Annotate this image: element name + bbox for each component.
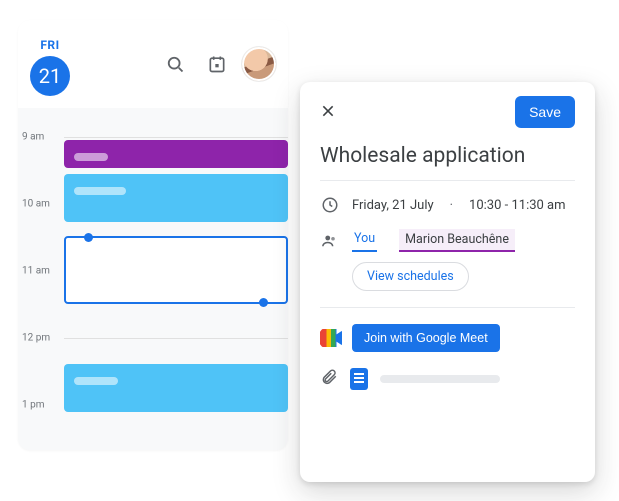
event-title-redacted xyxy=(74,153,108,161)
event-title-input[interactable]: Wholesale application xyxy=(320,144,575,168)
selection-handle-top[interactable] xyxy=(84,233,93,242)
time-label-10am: 10 am xyxy=(22,199,50,210)
event-title-redacted xyxy=(74,187,126,195)
event-date: Friday, 21 July xyxy=(352,198,434,213)
detail-header: Save xyxy=(320,96,575,128)
search-icon xyxy=(165,54,185,74)
people-icon xyxy=(320,231,340,251)
grid-line xyxy=(64,338,288,339)
search-button[interactable] xyxy=(158,47,192,81)
attachment-row[interactable] xyxy=(320,368,575,390)
event-block-blue-1[interactable] xyxy=(64,174,288,222)
attachment-icon xyxy=(320,368,338,390)
calendar-today-icon xyxy=(207,54,227,74)
today-button[interactable] xyxy=(200,47,234,81)
google-doc-icon[interactable] xyxy=(350,368,368,390)
event-block-blue-2[interactable] xyxy=(64,364,288,412)
attachment-name-redacted xyxy=(380,375,500,383)
save-button[interactable]: Save xyxy=(515,96,575,128)
close-button[interactable] xyxy=(320,102,336,122)
time-label-12pm: 12 pm xyxy=(22,333,50,344)
new-event-selection[interactable] xyxy=(64,236,288,304)
date-time-row[interactable]: Friday, 21 July · 10:30 - 11:30 am xyxy=(320,195,575,215)
clock-icon xyxy=(320,195,340,215)
selection-handle-bottom[interactable] xyxy=(259,298,268,307)
day-number-badge: 21 xyxy=(30,56,70,96)
calendar-header: FRI 21 xyxy=(18,20,288,108)
google-meet-icon xyxy=(320,329,342,347)
close-icon xyxy=(320,103,336,119)
time-label-1pm: 1 pm xyxy=(22,400,45,411)
event-block-purple[interactable] xyxy=(64,140,288,168)
event-detail-panel: Save Wholesale application Friday, 21 Ju… xyxy=(300,82,595,482)
guest-chip-marion[interactable]: Marion Beauchêne xyxy=(399,229,515,252)
time-grid[interactable]: 9 am 10 am 11 am 12 pm 1 pm xyxy=(18,108,288,450)
divider xyxy=(320,307,575,308)
join-meet-button[interactable]: Join with Google Meet xyxy=(352,324,500,352)
guests-row[interactable]: You Marion Beauchêne xyxy=(320,229,575,252)
grid-line xyxy=(64,137,288,138)
view-schedules-button[interactable]: View schedules xyxy=(352,262,469,291)
divider xyxy=(320,180,575,181)
time-label-11am: 11 am xyxy=(22,266,50,277)
date-indicator[interactable]: FRI 21 xyxy=(30,32,70,96)
guest-chip-you[interactable]: You xyxy=(352,229,377,252)
calendar-day-view: FRI 21 9 am 10 am 11 am 12 pm 1 pm xyxy=(18,20,288,450)
video-conference-row: Join with Google Meet xyxy=(320,324,575,352)
profile-avatar[interactable] xyxy=(242,47,276,81)
day-of-week: FRI xyxy=(40,38,59,52)
event-title-redacted xyxy=(74,377,118,385)
time-label-9am: 9 am xyxy=(22,132,44,143)
event-time-range: 10:30 - 11:30 am xyxy=(469,198,565,213)
separator-dot: · xyxy=(450,198,453,213)
